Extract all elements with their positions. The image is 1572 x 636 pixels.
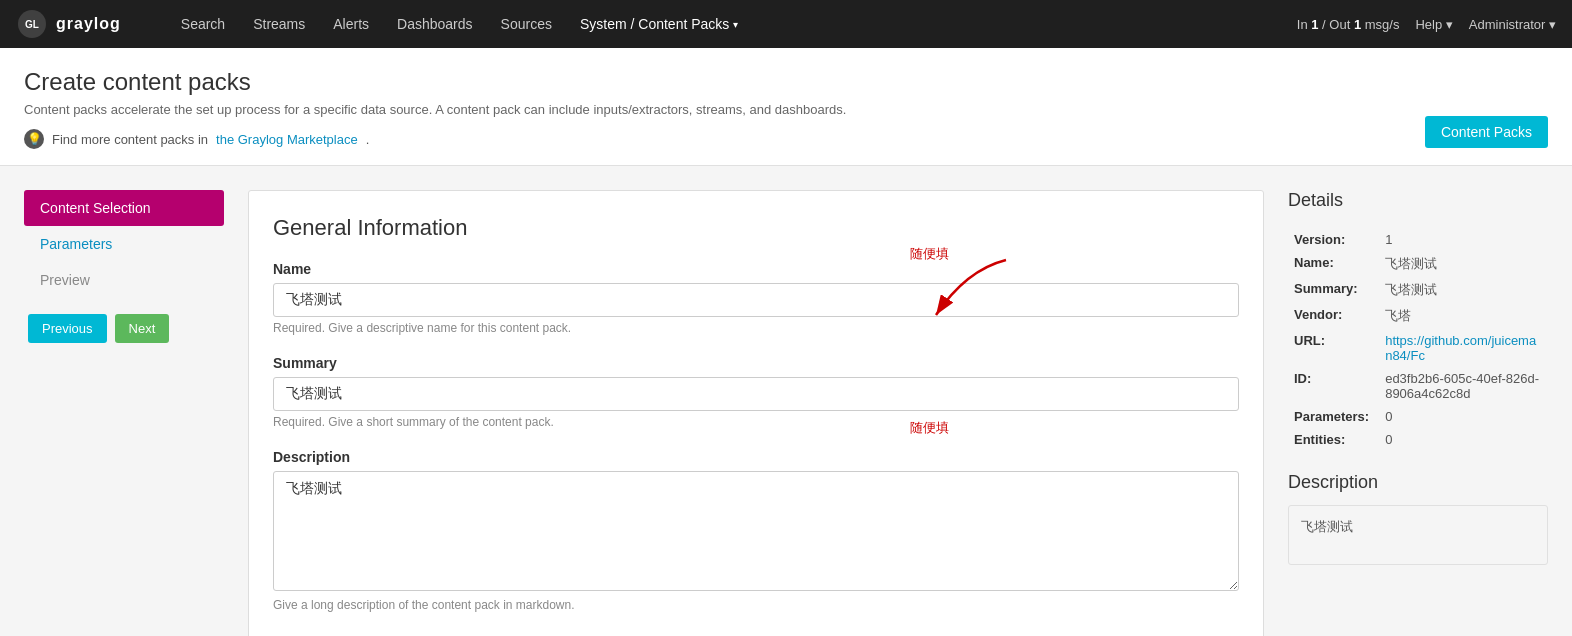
marketplace-notice: 💡 Find more content packs in the Graylog… <box>24 129 1548 149</box>
table-row: Version: 1 <box>1290 229 1546 250</box>
table-row: Summary: 飞塔测试 <box>1290 278 1546 302</box>
description-section-title: Description <box>1288 472 1548 493</box>
summary-key: Summary: <box>1290 278 1379 302</box>
params-key: Parameters: <box>1290 406 1379 427</box>
annotation-label-1: 随便填 <box>910 245 949 263</box>
nav-alerts[interactable]: Alerts <box>321 0 381 48</box>
sidebar-item-parameters[interactable]: Parameters <box>24 226 224 262</box>
page-subtitle: Content packs accelerate the set up proc… <box>24 102 1548 117</box>
url-val: https://github.com/juiceman84/Fc <box>1381 330 1546 366</box>
table-row: URL: https://github.com/juiceman84/Fc <box>1290 330 1546 366</box>
name-field-group: Name Required. Give a descriptive name f… <box>273 261 1239 335</box>
table-row: ID: ed3fb2b6-605c-40ef-826d-8906a4c62c8d <box>1290 368 1546 404</box>
throughput: In 1 / Out 1 msg/s <box>1297 17 1400 32</box>
main-content: Content Selection Parameters Preview Pre… <box>0 166 1572 636</box>
nav-dashboards[interactable]: Dashboards <box>385 0 485 48</box>
svg-text:GL: GL <box>25 19 39 30</box>
details-panel: Details Version: 1 Name: 飞塔测试 Summary: 飞… <box>1288 190 1548 636</box>
previous-button[interactable]: Previous <box>28 314 107 343</box>
chevron-down-icon: ▾ <box>733 19 738 30</box>
name-label: Name <box>273 261 1239 277</box>
page-header: Create content packs Content packs accel… <box>0 48 1572 166</box>
table-row: Name: 飞塔测试 <box>1290 252 1546 276</box>
nav-search[interactable]: Search <box>169 0 237 48</box>
id-val: ed3fb2b6-605c-40ef-826d-8906a4c62c8d <box>1381 368 1546 404</box>
url-link[interactable]: https://github.com/juiceman84/Fc <box>1385 333 1536 363</box>
content-packs-button[interactable]: Content Packs <box>1425 116 1548 148</box>
id-key: ID: <box>1290 368 1379 404</box>
chevron-down-icon: ▾ <box>1549 17 1556 32</box>
vendor-val: 飞塔 <box>1381 304 1546 328</box>
details-title: Details <box>1288 190 1548 211</box>
params-val: 0 <box>1381 406 1546 427</box>
table-row: Vendor: 飞塔 <box>1290 304 1546 328</box>
summary-field-group: Summary Required. Give a short summary o… <box>273 355 1239 429</box>
form-title: General Information <box>273 215 1239 241</box>
bulb-icon: 💡 <box>24 129 44 149</box>
nav-links: Search Streams Alerts Dashboards Sources… <box>169 0 1297 48</box>
vendor-key: Vendor: <box>1290 304 1379 328</box>
table-row: Parameters: 0 <box>1290 406 1546 427</box>
sidebar: Content Selection Parameters Preview Pre… <box>24 190 224 636</box>
brand[interactable]: GL graylog <box>16 8 145 40</box>
navbar: GL graylog Search Streams Alerts Dashboa… <box>0 0 1572 48</box>
admin-link[interactable]: Administrator ▾ <box>1469 17 1556 32</box>
url-key: URL: <box>1290 330 1379 366</box>
description-input[interactable]: 飞塔测试 <box>273 471 1239 591</box>
throughput-out: 1 <box>1354 17 1361 32</box>
chevron-down-icon: ▾ <box>1446 17 1453 32</box>
description-field-group: Description 飞塔测试 Give a long description… <box>273 449 1239 612</box>
nav-sources[interactable]: Sources <box>489 0 564 48</box>
form-area: General Information Name Required. Give … <box>248 190 1264 636</box>
description-label: Description <box>273 449 1239 465</box>
details-table: Version: 1 Name: 飞塔测试 Summary: 飞塔测试 Vend… <box>1288 227 1548 452</box>
version-val: 1 <box>1381 229 1546 250</box>
sidebar-item-preview[interactable]: Preview <box>24 262 224 298</box>
summary-input[interactable] <box>273 377 1239 411</box>
nav-streams[interactable]: Streams <box>241 0 317 48</box>
description-section: Description 飞塔测试 <box>1288 472 1548 565</box>
sidebar-item-content-selection[interactable]: Content Selection <box>24 190 224 226</box>
sidebar-buttons: Previous Next <box>24 314 224 343</box>
marketplace-link[interactable]: the Graylog Marketplace <box>216 132 358 147</box>
version-key: Version: <box>1290 229 1379 250</box>
name-help: Required. Give a descriptive name for th… <box>273 321 1239 335</box>
entities-val: 0 <box>1381 429 1546 450</box>
name-key: Name: <box>1290 252 1379 276</box>
name-val: 飞塔测试 <box>1381 252 1546 276</box>
brand-name: graylog <box>56 15 121 33</box>
throughput-in: 1 <box>1311 17 1318 32</box>
table-row: Entities: 0 <box>1290 429 1546 450</box>
next-button[interactable]: Next <box>115 314 170 343</box>
navbar-right: In 1 / Out 1 msg/s Help ▾ Administrator … <box>1297 17 1556 32</box>
description-help: Give a long description of the content p… <box>273 598 1239 612</box>
annotation-label-2: 随便填 <box>910 419 949 437</box>
nav-system[interactable]: System / Content Packs ▾ <box>568 0 750 48</box>
marketplace-text: Find more content packs in <box>52 132 208 147</box>
page-title: Create content packs <box>24 68 1548 96</box>
name-input[interactable] <box>273 283 1239 317</box>
summary-help: Required. Give a short summary of the co… <box>273 415 1239 429</box>
entities-key: Entities: <box>1290 429 1379 450</box>
summary-label: Summary <box>273 355 1239 371</box>
summary-val: 飞塔测试 <box>1381 278 1546 302</box>
help-link[interactable]: Help ▾ <box>1415 17 1452 32</box>
description-box: 飞塔测试 <box>1288 505 1548 565</box>
graylog-logo-icon: GL <box>16 8 48 40</box>
